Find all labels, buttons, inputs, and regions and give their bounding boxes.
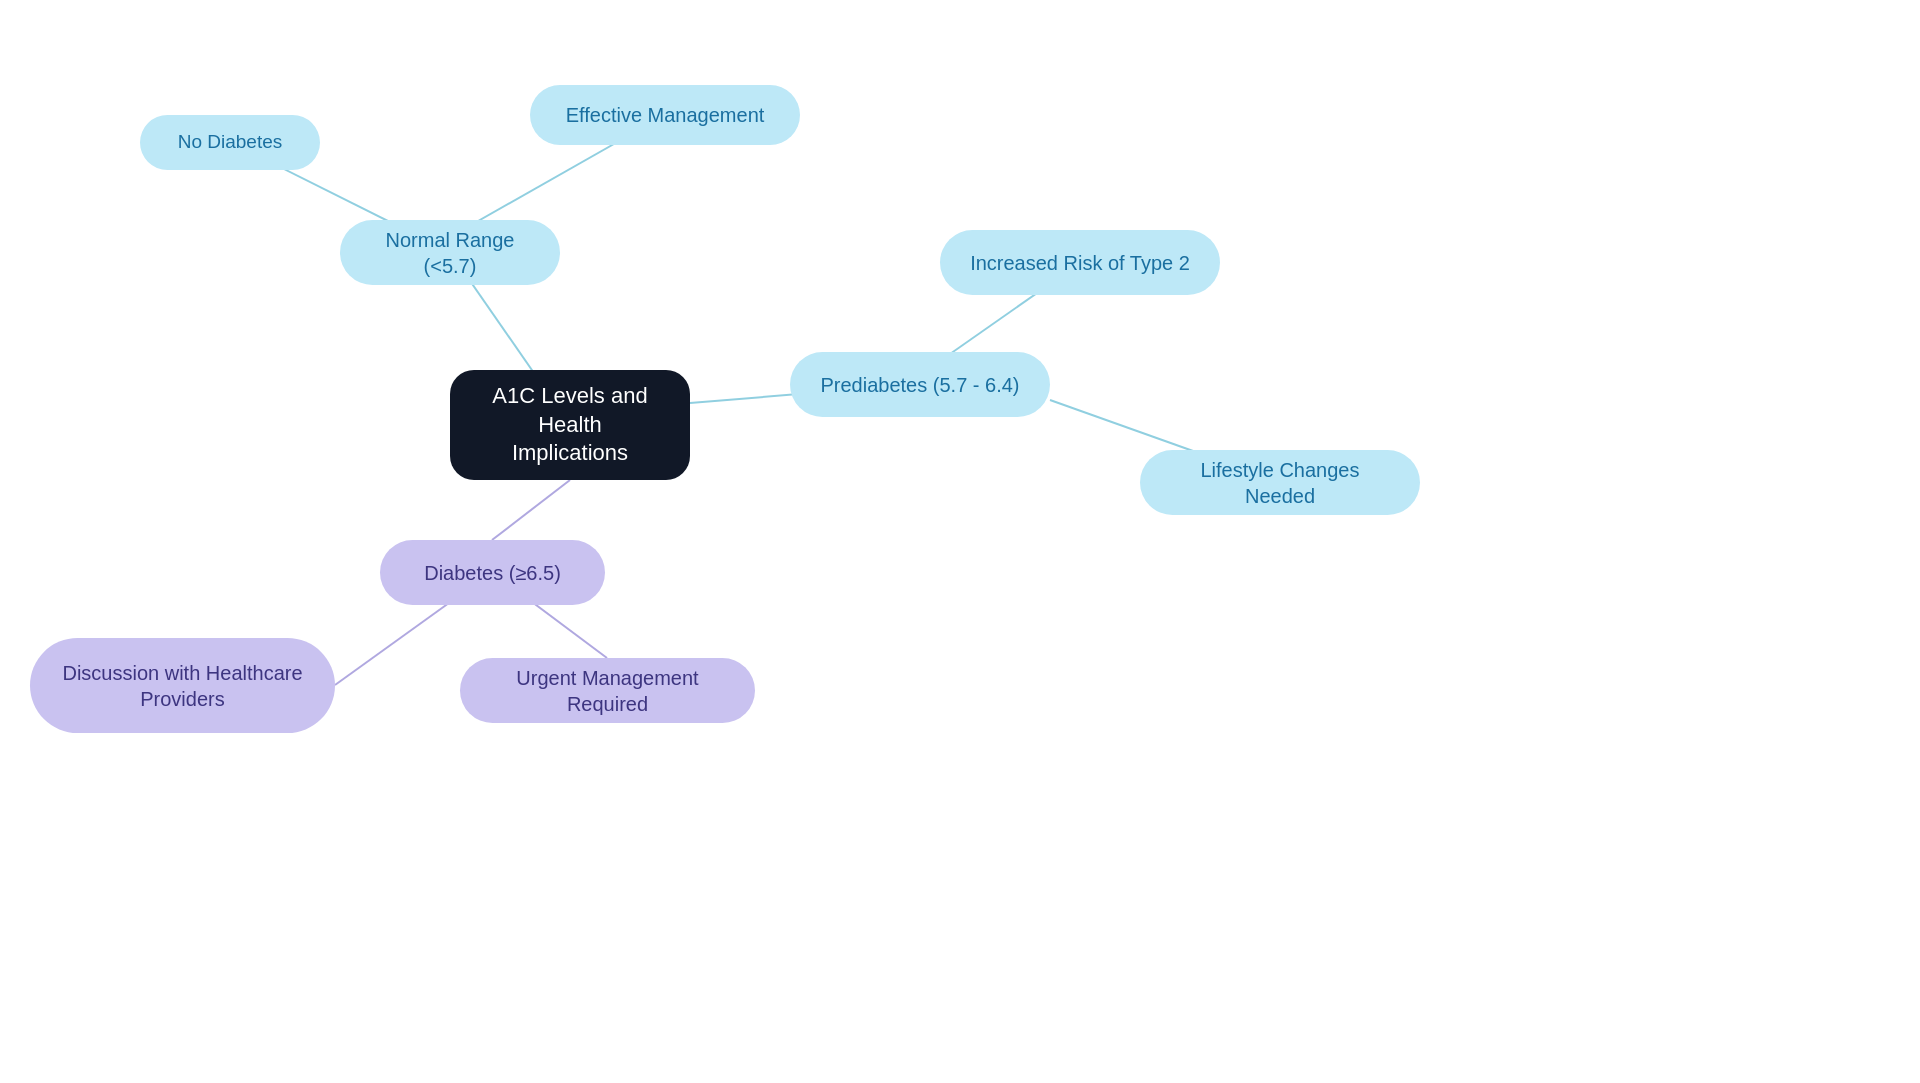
center-label: A1C Levels and Health Implications: [478, 382, 662, 468]
discussion-healthcare-node: Discussion with Healthcare Providers: [30, 638, 335, 733]
lifestyle-label: Lifestyle Changes Needed: [1168, 457, 1392, 509]
discussion-label: Discussion with Healthcare Providers: [58, 660, 307, 712]
effective-management-node: Effective Management: [530, 85, 800, 145]
effective-label: Effective Management: [566, 102, 765, 128]
normal-range-node: Normal Range (<5.7): [340, 220, 560, 285]
no-diabetes-node: No Diabetes: [140, 115, 320, 170]
increased-risk-node: Increased Risk of Type 2: [940, 230, 1220, 295]
diabetes-node: Diabetes (≥6.5): [380, 540, 605, 605]
increasedrisk-label: Increased Risk of Type 2: [970, 250, 1190, 276]
center-node: A1C Levels and Health Implications: [450, 370, 690, 480]
urgent-management-node: Urgent Management Required: [460, 658, 755, 723]
normal-label: Normal Range (<5.7): [368, 227, 532, 279]
lifestyle-changes-node: Lifestyle Changes Needed: [1140, 450, 1420, 515]
svg-line-6: [492, 480, 570, 540]
prediabetes-label: Prediabetes (5.7 - 6.4): [821, 372, 1020, 398]
urgent-label: Urgent Management Required: [488, 665, 727, 717]
prediabetes-node: Prediabetes (5.7 - 6.4): [790, 352, 1050, 417]
nodiabetes-label: No Diabetes: [178, 130, 283, 155]
diabetes-label: Diabetes (≥6.5): [424, 560, 561, 586]
